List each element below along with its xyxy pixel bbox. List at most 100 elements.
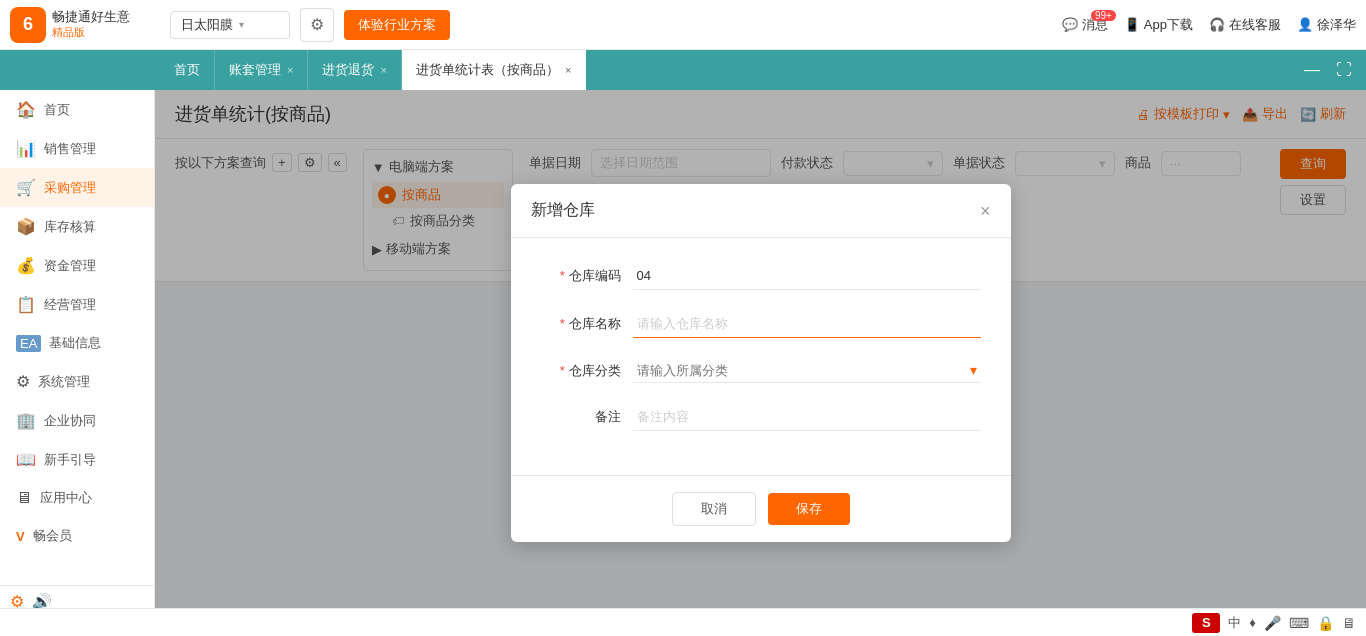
status-icon-monitor[interactable]: 🖥 bbox=[1342, 615, 1356, 631]
inventory-icon: 📦 bbox=[16, 217, 36, 236]
warehouse-code-input[interactable] bbox=[633, 262, 981, 290]
sidebar-item-home[interactable]: 🏠 首页 bbox=[0, 90, 154, 129]
tab-purchase-return[interactable]: 进货退货 × bbox=[308, 50, 401, 90]
sidebar-item-sales-label: 销售管理 bbox=[44, 140, 96, 158]
tab-purchase-return-close-icon[interactable]: × bbox=[380, 64, 386, 76]
tab-home-label: 首页 bbox=[174, 61, 200, 79]
logo-area: 6 畅捷通好生意 精品版 bbox=[10, 7, 160, 43]
home-icon: 🏠 bbox=[16, 100, 36, 119]
basic-info-icon: EA bbox=[16, 335, 41, 352]
sidebar-item-app-center[interactable]: 🖥 应用中心 bbox=[0, 479, 154, 517]
dialog-body: 仓库编码 仓库名称 仓库分类 ▾ bbox=[511, 238, 1011, 475]
brand-line1: 畅捷通好生意 bbox=[52, 9, 130, 26]
dialog-footer: 取消 保存 bbox=[511, 475, 1011, 542]
category-label: 仓库分类 bbox=[541, 362, 621, 380]
phone-icon: 📱 bbox=[1124, 17, 1140, 32]
tab-purchase-stats-label: 进货单统计表（按商品） bbox=[416, 61, 559, 79]
sidebar-item-vip-label: 畅会员 bbox=[33, 527, 72, 545]
sidebar-item-sales[interactable]: 📊 销售管理 bbox=[0, 129, 154, 168]
dialog-title: 新增仓库 bbox=[531, 200, 595, 221]
sidebar-item-vip[interactable]: V 畅会员 bbox=[0, 517, 154, 555]
tab-purchase-return-label: 进货退货 bbox=[322, 61, 374, 79]
sidebar-item-operations-label: 经营管理 bbox=[44, 296, 96, 314]
main-layout: 🏠 首页 📊 销售管理 🛒 采购管理 📦 库存核算 💰 资金管理 📋 经营管理 … bbox=[0, 90, 1366, 636]
trial-button[interactable]: 体验行业方案 bbox=[344, 10, 450, 40]
sidebar-item-enterprise[interactable]: 🏢 企业协同 bbox=[0, 401, 154, 440]
status-icon-keyboard[interactable]: ⌨ bbox=[1289, 615, 1309, 631]
sidebar-item-basic-info-label: 基础信息 bbox=[49, 334, 101, 352]
sidebar-item-guide-label: 新手引导 bbox=[44, 451, 96, 469]
cancel-button[interactable]: 取消 bbox=[672, 492, 756, 526]
tab-bar: 首页 账套管理 × 进货退货 × 进货单统计表（按商品） × — ⛶ bbox=[0, 50, 1366, 90]
tab-account[interactable]: 账套管理 × bbox=[215, 50, 308, 90]
sidebar-item-purchase-label: 采购管理 bbox=[44, 179, 96, 197]
message-button[interactable]: 💬 消息 99+ bbox=[1062, 16, 1108, 34]
tab-purchase-stats[interactable]: 进货单统计表（按商品） × bbox=[402, 50, 586, 90]
tab-minimize-icon[interactable]: — bbox=[1298, 59, 1326, 81]
warehouse-name-input[interactable] bbox=[633, 310, 981, 338]
message-icon: 💬 bbox=[1062, 17, 1078, 32]
code-label: 仓库编码 bbox=[541, 267, 621, 285]
app-logo: 6 bbox=[10, 7, 46, 43]
tab-account-label: 账套管理 bbox=[229, 61, 281, 79]
name-label: 仓库名称 bbox=[541, 315, 621, 333]
app-download-label: App下载 bbox=[1144, 16, 1193, 34]
operations-icon: 📋 bbox=[16, 295, 36, 314]
sidebar-item-basic-info[interactable]: EA 基础信息 bbox=[0, 324, 154, 362]
status-logo: S bbox=[1192, 613, 1220, 633]
category-dropdown-icon: ▾ bbox=[970, 362, 977, 378]
tab-purchase-stats-close-icon[interactable]: × bbox=[565, 64, 571, 76]
status-icon-lang[interactable]: 中 bbox=[1228, 614, 1241, 632]
form-row-code: 仓库编码 bbox=[541, 262, 981, 290]
app-center-icon: 🖥 bbox=[16, 489, 32, 507]
status-icon-mic[interactable]: 🎤 bbox=[1264, 615, 1281, 631]
vip-icon: V bbox=[16, 529, 25, 544]
tab-account-close-icon[interactable]: × bbox=[287, 64, 293, 76]
sidebar-item-home-label: 首页 bbox=[44, 101, 70, 119]
modal-overlay: 新增仓库 × 仓库编码 仓库名称 bbox=[155, 90, 1366, 636]
top-bar: 6 畅捷通好生意 精品版 日太阳膜 ▾ ⚙ 体验行业方案 💬 消息 99+ 📱 … bbox=[0, 0, 1366, 50]
finance-icon: 💰 bbox=[16, 256, 36, 275]
tab-home[interactable]: 首页 bbox=[160, 50, 215, 90]
dialog-header: 新增仓库 × bbox=[511, 184, 1011, 238]
user-name: 徐泽华 bbox=[1317, 16, 1356, 34]
online-service-button[interactable]: 🎧 在线客服 bbox=[1209, 16, 1281, 34]
save-button[interactable]: 保存 bbox=[768, 493, 850, 525]
sidebar-item-inventory[interactable]: 📦 库存核算 bbox=[0, 207, 154, 246]
sidebar-item-guide[interactable]: 📖 新手引导 bbox=[0, 440, 154, 479]
form-row-category: 仓库分类 ▾ bbox=[541, 358, 981, 383]
purchase-icon: 🛒 bbox=[16, 178, 36, 197]
dialog-close-icon[interactable]: × bbox=[980, 202, 991, 220]
sidebar-item-system-label: 系统管理 bbox=[38, 373, 90, 391]
store-chevron-icon: ▾ bbox=[239, 19, 244, 30]
warehouse-note-input[interactable] bbox=[633, 403, 981, 431]
gear-icon: ⚙ bbox=[310, 15, 324, 34]
sidebar-item-inventory-label: 库存核算 bbox=[44, 218, 96, 236]
system-icon: ⚙ bbox=[16, 372, 30, 391]
settings-button[interactable]: ⚙ bbox=[300, 8, 334, 42]
user-profile[interactable]: 👤 徐泽华 bbox=[1297, 16, 1356, 34]
sidebar-item-system[interactable]: ⚙ 系统管理 bbox=[0, 362, 154, 401]
guide-icon: 📖 bbox=[16, 450, 36, 469]
brand-line2: 精品版 bbox=[52, 25, 130, 40]
store-selector[interactable]: 日太阳膜 ▾ bbox=[170, 11, 290, 39]
dialog-new-warehouse: 新增仓库 × 仓库编码 仓库名称 bbox=[511, 184, 1011, 542]
sidebar-item-purchase[interactable]: 🛒 采购管理 bbox=[0, 168, 154, 207]
sidebar-item-operations[interactable]: 📋 经营管理 bbox=[0, 285, 154, 324]
form-row-name: 仓库名称 bbox=[541, 310, 981, 338]
app-download-button[interactable]: 📱 App下载 bbox=[1124, 16, 1193, 34]
tab-bar-controls: — ⛶ bbox=[1298, 59, 1366, 81]
category-select[interactable]: ▾ bbox=[633, 358, 981, 383]
top-right-area: 💬 消息 99+ 📱 App下载 🎧 在线客服 👤 徐泽华 bbox=[1062, 16, 1356, 34]
tab-expand-icon[interactable]: ⛶ bbox=[1330, 59, 1358, 81]
enterprise-icon: 🏢 bbox=[16, 411, 36, 430]
message-badge: 99+ bbox=[1091, 10, 1116, 21]
status-bar: S 中 ♦ 🎤 ⌨ 🔒 🖥 bbox=[0, 608, 1366, 636]
headset-icon: 🎧 bbox=[1209, 17, 1225, 32]
note-label: 备注 bbox=[541, 408, 621, 426]
status-icon-lock[interactable]: 🔒 bbox=[1317, 615, 1334, 631]
sidebar-item-app-center-label: 应用中心 bbox=[40, 489, 92, 507]
sidebar-item-finance[interactable]: 💰 资金管理 bbox=[0, 246, 154, 285]
category-input[interactable] bbox=[637, 363, 970, 378]
status-icon-input[interactable]: ♦ bbox=[1249, 615, 1256, 630]
